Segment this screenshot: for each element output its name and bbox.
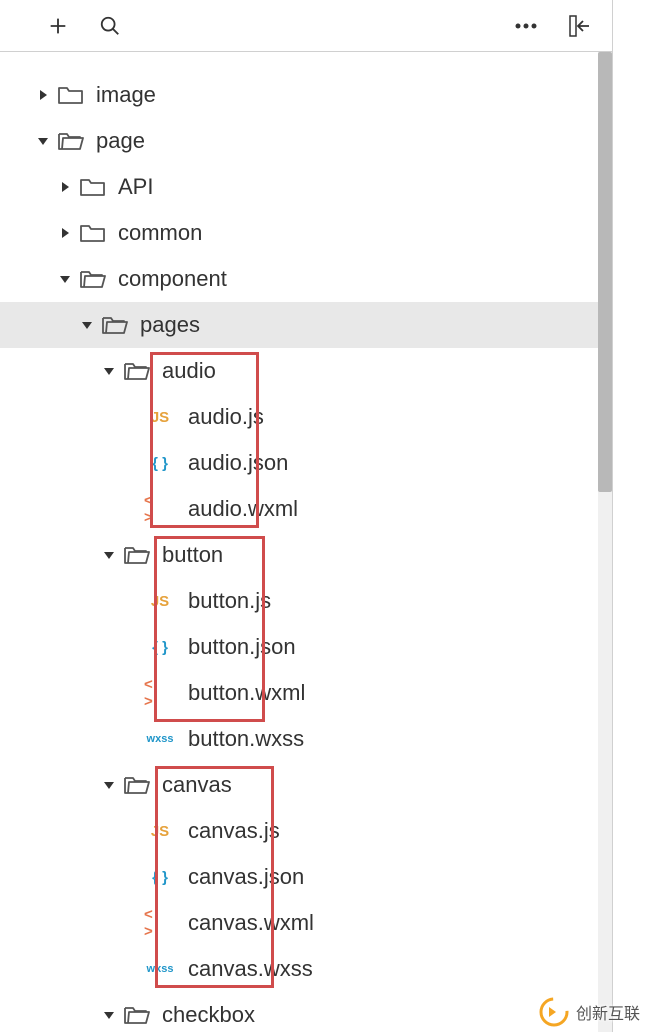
- tree-item-label: pages: [140, 312, 200, 338]
- panel-collapse-icon: [569, 15, 595, 37]
- tree-item-label: image: [96, 82, 156, 108]
- json-file-icon: { }: [144, 869, 176, 886]
- json-file-icon: { }: [144, 455, 176, 472]
- more-button[interactable]: [512, 12, 540, 40]
- tree-folder[interactable]: image: [0, 72, 612, 118]
- tree-item-label: button: [162, 542, 223, 568]
- tree-file[interactable]: { } button.json: [0, 624, 612, 670]
- tree-folder[interactable]: API: [0, 164, 612, 210]
- wxss-file-icon: wxss: [144, 733, 176, 745]
- tree-item-label: button.json: [188, 634, 296, 660]
- tree-folder[interactable]: pages: [0, 302, 612, 348]
- tree-item-label: canvas.wxml: [188, 910, 314, 936]
- tree-container[interactable]: image page API common component pages audio JS a…: [0, 52, 612, 1032]
- chevron-down-icon[interactable]: [80, 318, 94, 332]
- tree-item-label: common: [118, 220, 202, 246]
- folder-open-icon: [102, 314, 128, 336]
- tree-item-label: canvas.wxss: [188, 956, 313, 982]
- tree-item-label: component: [118, 266, 227, 292]
- search-icon: [99, 15, 121, 37]
- js-file-icon: JS: [144, 593, 176, 610]
- folder-open-icon: [80, 268, 106, 290]
- folder-open-icon: [124, 1004, 150, 1026]
- tree-item-label: audio.json: [188, 450, 288, 476]
- tree-item-label: canvas.js: [188, 818, 280, 844]
- tree-item-label: audio: [162, 358, 216, 384]
- folder-icon: [80, 222, 106, 244]
- tree-item-label: canvas: [162, 772, 232, 798]
- tree-item-label: audio.wxml: [188, 496, 298, 522]
- folder-icon: [80, 176, 106, 198]
- tree-file[interactable]: JS canvas.js: [0, 808, 612, 854]
- folder-open-icon: [124, 360, 150, 382]
- tree-file[interactable]: { } canvas.json: [0, 854, 612, 900]
- folder-open-icon: [58, 130, 84, 152]
- chevron-down-icon[interactable]: [102, 1008, 116, 1022]
- tree-file[interactable]: JS button.js: [0, 578, 612, 624]
- chevron-down-icon[interactable]: [36, 134, 50, 148]
- folder-icon: [58, 84, 84, 106]
- tree-item-label: button.wxss: [188, 726, 304, 752]
- tree-folder[interactable]: audio: [0, 348, 612, 394]
- watermark-text: 创新互联: [576, 1000, 640, 1024]
- plus-icon: [47, 15, 69, 37]
- file-tree: image page API common component pages audio JS a…: [0, 52, 612, 1032]
- chevron-right-icon[interactable]: [58, 226, 72, 240]
- folder-open-icon: [124, 774, 150, 796]
- tree-item-label: button.wxml: [188, 680, 305, 706]
- more-horizontal-icon: [514, 22, 538, 30]
- tree-folder[interactable]: page: [0, 118, 612, 164]
- tree-file[interactable]: < > canvas.wxml: [0, 900, 612, 946]
- watermark: 创新互联: [530, 992, 648, 1032]
- js-file-icon: JS: [144, 823, 176, 840]
- tree-item-label: checkbox: [162, 1002, 255, 1028]
- wxml-file-icon: < >: [144, 676, 176, 710]
- tree-item-label: canvas.json: [188, 864, 304, 890]
- tree-folder[interactable]: common: [0, 210, 612, 256]
- js-file-icon: JS: [144, 409, 176, 426]
- tree-file[interactable]: JS audio.js: [0, 394, 612, 440]
- json-file-icon: { }: [144, 639, 176, 656]
- chevron-down-icon[interactable]: [102, 548, 116, 562]
- tree-item-label: audio.js: [188, 404, 264, 430]
- wxml-file-icon: < >: [144, 492, 176, 526]
- add-button[interactable]: [44, 12, 72, 40]
- wxml-file-icon: < >: [144, 906, 176, 940]
- tree-folder[interactable]: canvas: [0, 762, 612, 808]
- chevron-down-icon[interactable]: [102, 364, 116, 378]
- scrollbar-thumb[interactable]: [598, 52, 612, 492]
- wxss-file-icon: wxss: [144, 963, 176, 975]
- chevron-down-icon[interactable]: [102, 778, 116, 792]
- panel-toggle-button[interactable]: [568, 12, 596, 40]
- chevron-down-icon[interactable]: [58, 272, 72, 286]
- file-explorer-sidebar: image page API common component pages audio JS a…: [0, 0, 613, 1032]
- tree-item-label: page: [96, 128, 145, 154]
- tree-file[interactable]: < > button.wxml: [0, 670, 612, 716]
- folder-open-icon: [124, 544, 150, 566]
- tree-item-label: button.js: [188, 588, 271, 614]
- chevron-right-icon[interactable]: [36, 88, 50, 102]
- tree-item-label: API: [118, 174, 153, 200]
- tree-folder[interactable]: button: [0, 532, 612, 578]
- tree-file[interactable]: wxss button.wxss: [0, 716, 612, 762]
- toolbar: [0, 0, 612, 52]
- tree-file[interactable]: { } audio.json: [0, 440, 612, 486]
- chevron-right-icon[interactable]: [58, 180, 72, 194]
- tree-file[interactable]: wxss canvas.wxss: [0, 946, 612, 992]
- tree-folder[interactable]: checkbox: [0, 992, 612, 1032]
- tree-folder[interactable]: component: [0, 256, 612, 302]
- search-button[interactable]: [96, 12, 124, 40]
- watermark-logo-icon: [538, 996, 570, 1028]
- tree-file[interactable]: < > audio.wxml: [0, 486, 612, 532]
